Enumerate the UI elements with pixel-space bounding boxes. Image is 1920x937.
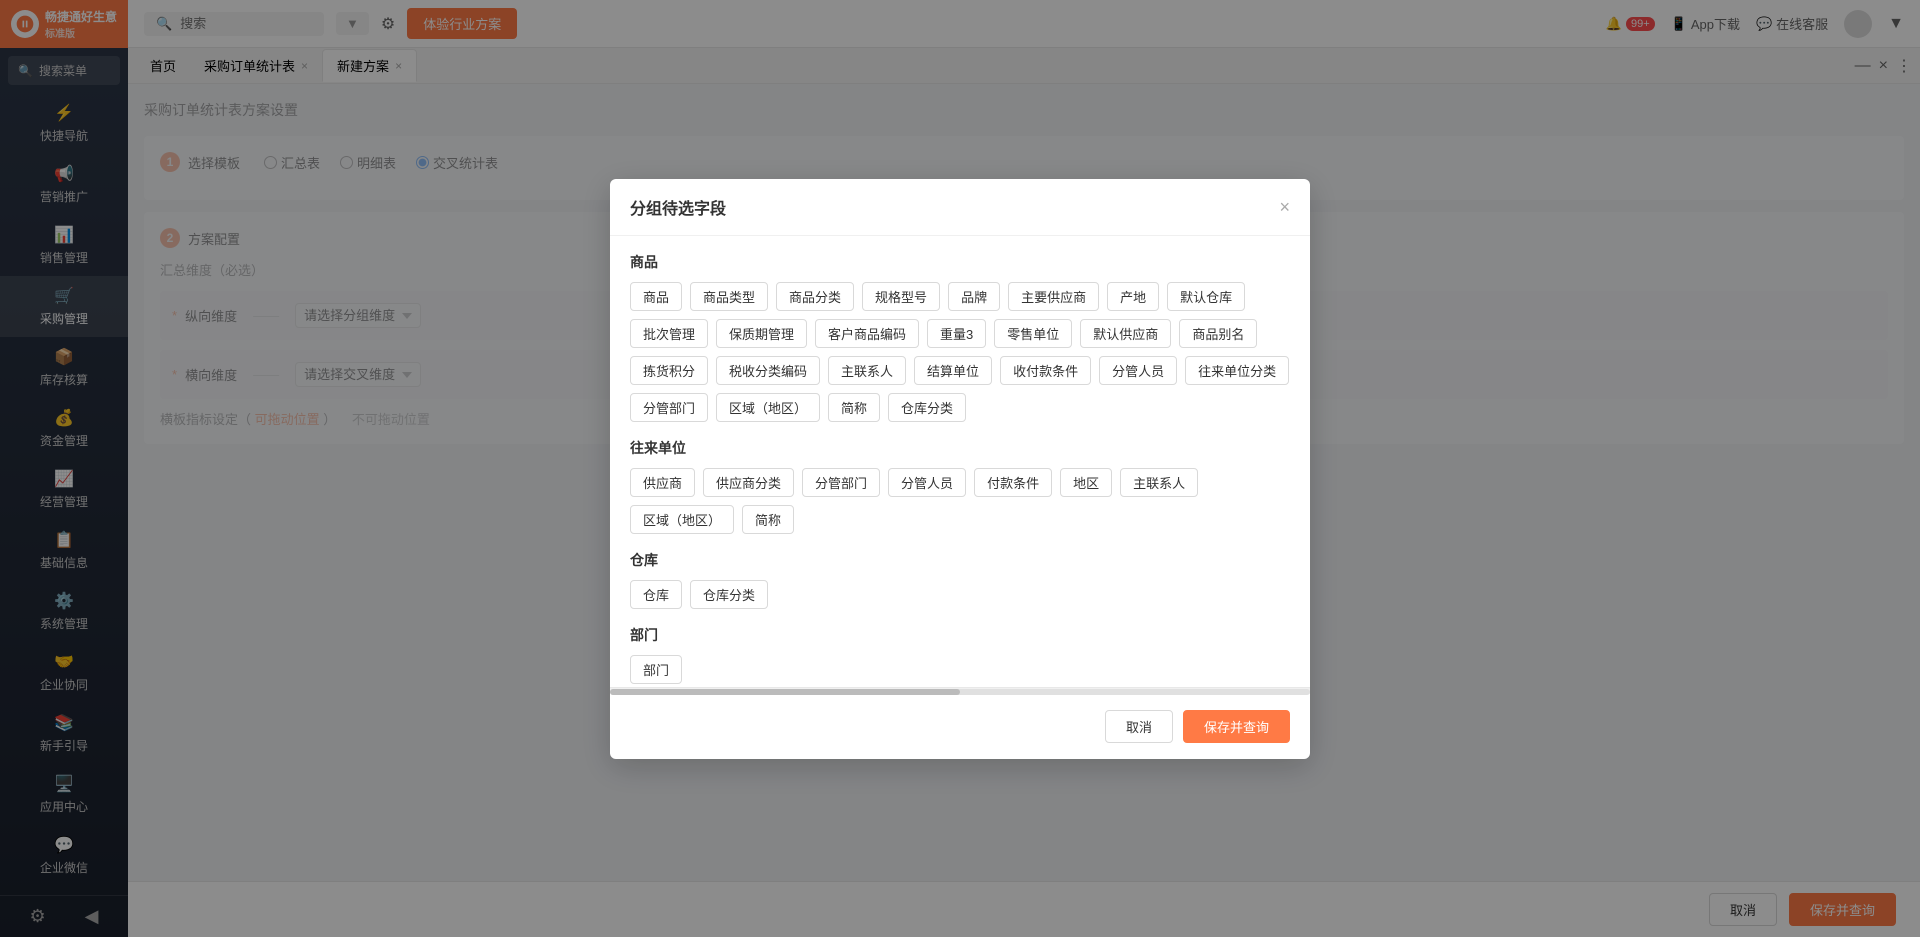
partner-section: 往来单位 供应商 供应商分类 分管部门 分管人员 付款条件 地区 主联系人 区域… <box>630 438 1290 534</box>
field-tag-short-name-partner[interactable]: 简称 <box>742 505 794 534</box>
modal-close-button[interactable]: × <box>1279 198 1290 216</box>
department-field-tags: 部门 <box>630 655 1290 684</box>
warehouse-section-title: 仓库 <box>630 550 1290 570</box>
field-tag-warehouse[interactable]: 仓库 <box>630 580 682 609</box>
warehouse-section: 仓库 仓库 仓库分类 <box>630 550 1290 609</box>
field-tag-pick-points[interactable]: 拣货积分 <box>630 356 708 385</box>
field-tag-payment-cond[interactable]: 付款条件 <box>974 468 1052 497</box>
field-tag-retail-unit[interactable]: 零售单位 <box>994 319 1072 348</box>
field-tag-supplier[interactable]: 供应商 <box>630 468 695 497</box>
modal-hscroll[interactable] <box>610 687 1310 693</box>
field-tag-manage-person[interactable]: 分管人员 <box>888 468 966 497</box>
field-tag-goods-alias[interactable]: 商品别名 <box>1179 319 1257 348</box>
field-tag-payment-terms[interactable]: 收付款条件 <box>1000 356 1091 385</box>
goods-section: 商品 商品 商品类型 商品分类 规格型号 品牌 主要供应商 产地 默认仓库 批次… <box>630 252 1290 422</box>
field-tag-customer-goods-code[interactable]: 客户商品编码 <box>815 319 919 348</box>
field-tag-supplier-cat[interactable]: 供应商分类 <box>703 468 794 497</box>
field-tag-main-contact2[interactable]: 主联系人 <box>1120 468 1198 497</box>
field-tag-warehouse-cat-goods[interactable]: 仓库分类 <box>888 393 966 422</box>
field-tag-spec-model[interactable]: 规格型号 <box>862 282 940 311</box>
field-tag-weight3[interactable]: 重量3 <box>927 319 986 348</box>
modal-cancel-button[interactable]: 取消 <box>1105 710 1173 743</box>
field-tag-main-supplier[interactable]: 主要供应商 <box>1008 282 1099 311</box>
modal-body[interactable]: 商品 商品 商品类型 商品分类 规格型号 品牌 主要供应商 产地 默认仓库 批次… <box>610 236 1310 687</box>
warehouse-field-tags: 仓库 仓库分类 <box>630 580 1290 609</box>
field-tag-dept[interactable]: 分管部门 <box>630 393 708 422</box>
modal-footer: 取消 保存并查询 <box>610 693 1310 759</box>
partner-field-tags: 供应商 供应商分类 分管部门 分管人员 付款条件 地区 主联系人 区域（地区） … <box>630 468 1290 534</box>
field-tag-goods[interactable]: 商品 <box>630 282 682 311</box>
field-tag-origin[interactable]: 产地 <box>1107 282 1159 311</box>
modal-overlay: 分组待选字段 × 商品 商品 商品类型 商品分类 规格型号 品牌 主要供应商 产… <box>0 0 1920 937</box>
field-tag-region-goods[interactable]: 区域（地区） <box>716 393 820 422</box>
field-tag-goods-category[interactable]: 商品分类 <box>776 282 854 311</box>
field-tag-expiry-mgmt[interactable]: 保质期管理 <box>716 319 807 348</box>
field-tag-region-partner[interactable]: 区域（地区） <box>630 505 734 534</box>
field-tag-tax-code[interactable]: 税收分类编码 <box>716 356 820 385</box>
modal-title: 分组待选字段 <box>630 195 726 219</box>
field-selection-modal: 分组待选字段 × 商品 商品 商品类型 商品分类 规格型号 品牌 主要供应商 产… <box>610 179 1310 759</box>
modal-confirm-button[interactable]: 保存并查询 <box>1183 710 1290 743</box>
field-tag-default-supplier[interactable]: 默认供应商 <box>1080 319 1171 348</box>
field-tag-batch-mgmt[interactable]: 批次管理 <box>630 319 708 348</box>
goods-field-tags: 商品 商品类型 商品分类 规格型号 品牌 主要供应商 产地 默认仓库 批次管理 … <box>630 282 1290 422</box>
field-tag-short-name-goods[interactable]: 简称 <box>828 393 880 422</box>
field-tag-department[interactable]: 部门 <box>630 655 682 684</box>
field-tag-warehouse-cat[interactable]: 仓库分类 <box>690 580 768 609</box>
department-section-title: 部门 <box>630 625 1290 645</box>
field-tag-partner-category[interactable]: 往来单位分类 <box>1185 356 1289 385</box>
field-tag-goods-type[interactable]: 商品类型 <box>690 282 768 311</box>
field-tag-main-contact[interactable]: 主联系人 <box>828 356 906 385</box>
field-tag-manage-dept[interactable]: 分管部门 <box>802 468 880 497</box>
field-tag-default-warehouse[interactable]: 默认仓库 <box>1167 282 1245 311</box>
field-tag-supervisor[interactable]: 分管人员 <box>1099 356 1177 385</box>
field-tag-brand[interactable]: 品牌 <box>948 282 1000 311</box>
department-section: 部门 部门 <box>630 625 1290 684</box>
modal-header: 分组待选字段 × <box>610 179 1310 236</box>
field-tag-settlement-unit[interactable]: 结算单位 <box>914 356 992 385</box>
partner-section-title: 往来单位 <box>630 438 1290 458</box>
goods-section-title: 商品 <box>630 252 1290 272</box>
field-tag-area[interactable]: 地区 <box>1060 468 1112 497</box>
